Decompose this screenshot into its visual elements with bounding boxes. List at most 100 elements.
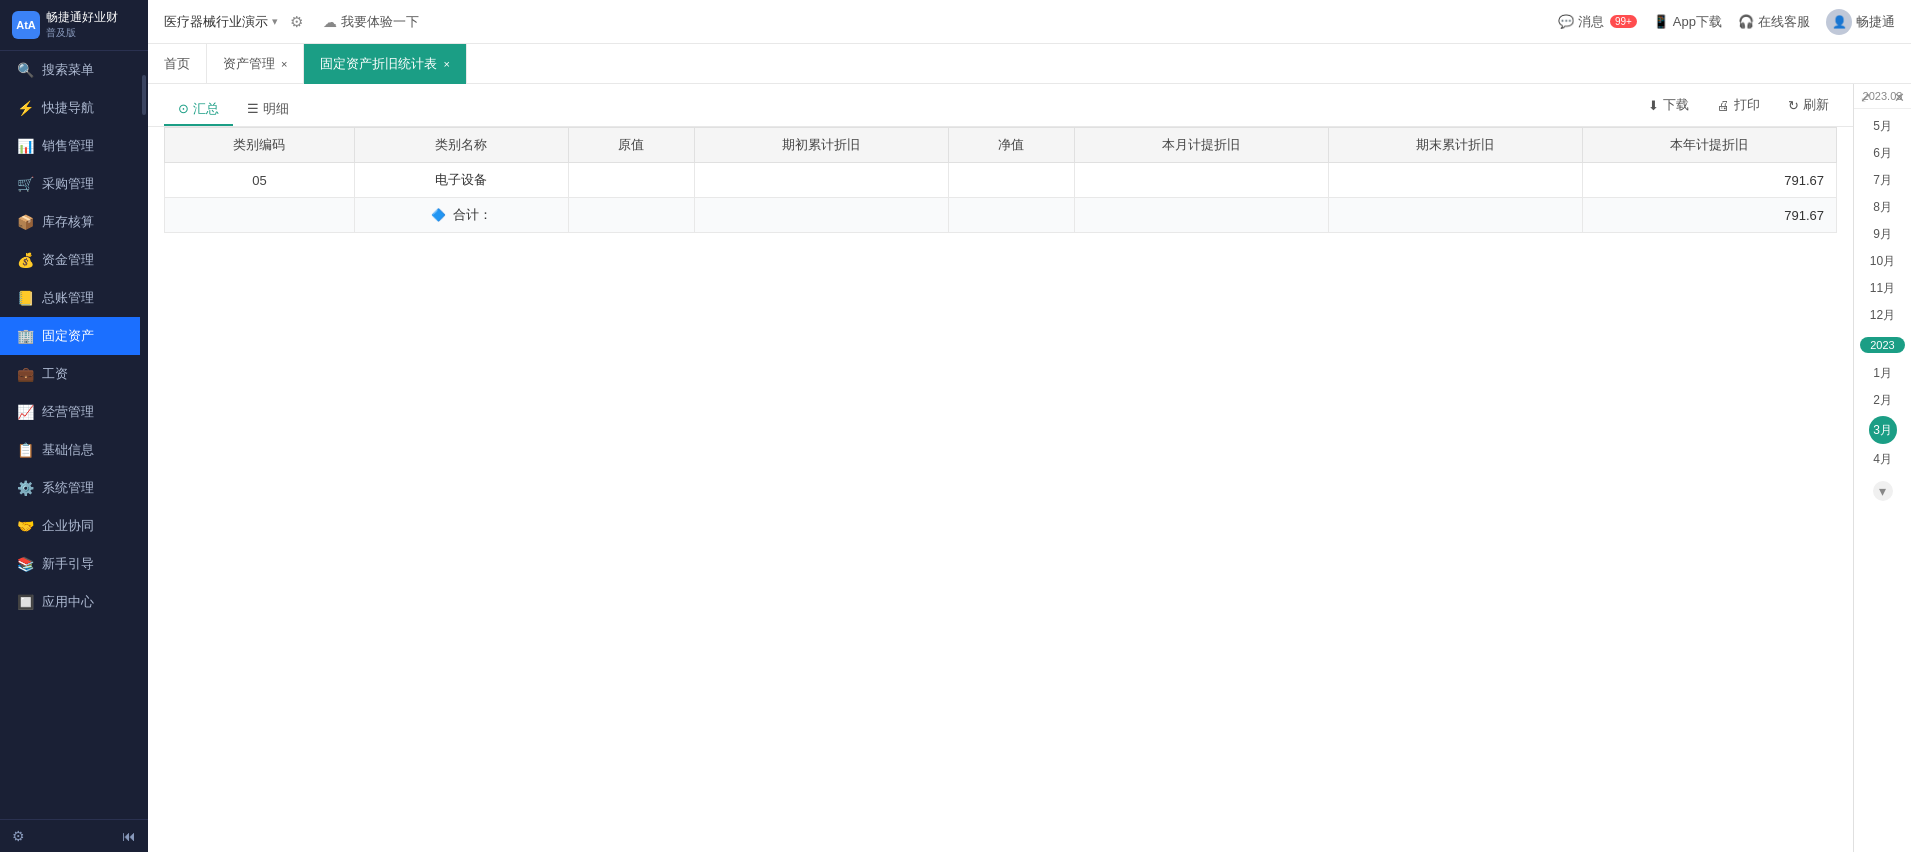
guide-icon: 📚 [16,556,34,572]
sidebar-item-finance[interactable]: 💰 资金管理 [0,241,140,279]
date-month-1[interactable]: 1月 [1854,360,1911,387]
settings-footer-icon[interactable]: ⚙ [12,828,25,844]
refresh-icon: ↻ [1788,98,1799,113]
subtotal-monthly-dep [1074,198,1328,233]
date-month-10[interactable]: 10月 [1854,248,1911,275]
subtotal-label-cell: 🔷 合计： [354,198,568,233]
sidebar-item-sales[interactable]: 📊 销售管理 [0,127,140,165]
app-download-label: App下载 [1673,13,1722,31]
subtotal-closing-accum [1328,198,1582,233]
date-month-2[interactable]: 2月 [1854,387,1911,414]
purchase-icon: 🛒 [16,176,34,192]
col-header-net-value: 净值 [948,128,1074,163]
date-month-7[interactable]: 7月 [1854,167,1911,194]
subtotal-empty-code [165,198,355,233]
print-button[interactable]: 🖨 打印 [1709,92,1768,118]
main-area: 医疗器械行业演示 ▾ ⚙ ☁ 我要体验一下 💬 消息 99+ 📱 App下载 🎧… [148,0,1911,852]
date-nav-down-button[interactable]: ▾ [1873,481,1893,501]
date-panel-header: ✕ ⤢ 2023.03 [1854,84,1911,109]
current-year-months: 1月 2月 3月 4月 [1854,356,1911,477]
sub-tabs: ⊙ 汇总 ☰ 明细 ⬇ 下载 🖨 打印 [148,84,1853,127]
sub-tab-detail[interactable]: ☰ 明细 [233,94,303,126]
date-month-9[interactable]: 9月 [1854,221,1911,248]
toolbar: ⬇ 下载 🖨 打印 ↻ 刷新 [1640,92,1837,126]
date-month-11[interactable]: 11月 [1854,275,1911,302]
sidebar-label-system: 系统管理 [42,479,94,497]
sidebar-item-guide[interactable]: 📚 新手引导 [0,545,140,583]
col-header-closing-accum: 期末累计折旧 [1328,128,1582,163]
subtotal-label: 合计： [453,207,492,222]
sidebar-item-ledger[interactable]: 📒 总账管理 [0,279,140,317]
sidebar-item-system[interactable]: ⚙️ 系统管理 [0,469,140,507]
header-left: 医疗器械行业演示 ▾ ⚙ ☁ 我要体验一下 [164,13,419,31]
page-content: ⊙ 汇总 ☰ 明细 ⬇ 下载 🖨 打印 [148,84,1853,852]
date-month-8[interactable]: 8月 [1854,194,1911,221]
sidebar-item-inventory[interactable]: 📦 库存核算 [0,203,140,241]
sidebar-item-fixed-assets[interactable]: 🏢 固定资产 [0,317,140,355]
close-panel-icon[interactable]: ✕ [1894,90,1905,105]
user-action[interactable]: 👤 畅捷通 [1826,9,1895,35]
refresh-button[interactable]: ↻ 刷新 [1780,92,1837,118]
company-settings-icon[interactable]: ⚙ [290,13,303,31]
date-month-5[interactable]: 5月 [1854,113,1911,140]
online-service-label: 在线客服 [1758,13,1810,31]
sidebar-logo: AtA 畅捷通好业财 普及版 [0,0,148,51]
user-icon: 👤 [1832,15,1847,29]
sidebar-scrollbar-thumb [142,75,146,115]
download-icon: ⬇ [1648,98,1659,113]
system-icon: ⚙️ [16,480,34,496]
operations-icon: 📈 [16,404,34,420]
sub-tab-detail-label: 明细 [263,100,289,118]
company-selector[interactable]: 医疗器械行业演示 ▾ [164,13,278,31]
collapse-sidebar-button[interactable]: ⏮ [122,828,136,844]
date-month-3-current[interactable]: 3月 [1869,416,1897,444]
sidebar-footer: ⚙ ⏮ [0,819,148,852]
message-badge: 99+ [1610,15,1637,28]
sidebar: AtA 畅捷通好业财 普及版 🔍 搜索菜单 ⚡ 快捷导航 📊 销售管理 🛒 采购… [0,0,148,852]
sidebar-item-enterprise[interactable]: 🤝 企业协同 [0,507,140,545]
online-service-action[interactable]: 🎧 在线客服 [1738,13,1810,31]
sidebar-item-salary[interactable]: 💼 工资 [0,355,140,393]
sidebar-item-operations[interactable]: 📈 经营管理 [0,393,140,431]
date-month-4[interactable]: 4月 [1854,446,1911,473]
sidebar-item-search[interactable]: 🔍 搜索菜单 [0,51,140,89]
download-label: 下载 [1663,96,1689,114]
logo-text-container: 畅捷通好业财 普及版 [46,10,118,40]
row-monthly-dep [1074,163,1328,198]
sidebar-item-app-center[interactable]: 🔲 应用中心 [0,583,140,621]
tab-asset-mgmt[interactable]: 资产管理 × [207,44,304,84]
row-opening-accum [694,163,948,198]
row-original-value [568,163,694,198]
content-area: ⊙ 汇总 ☰ 明细 ⬇ 下载 🖨 打印 [148,84,1911,852]
sales-icon: 📊 [16,138,34,154]
sidebar-item-quick-nav[interactable]: ⚡ 快捷导航 [0,89,140,127]
depreciation-table: 类别编码 类别名称 原值 期初累计折旧 净值 本月计提折旧 期末累计折旧 本年计… [164,127,1837,233]
refresh-label: 刷新 [1803,96,1829,114]
download-button[interactable]: ⬇ 下载 [1640,92,1697,118]
avatar: 👤 [1826,9,1852,35]
row-name: 电子设备 [354,163,568,198]
date-panel: ✕ ⤢ 2023.03 5月 6月 7月 8月 9月 10月 11月 12月 2… [1853,84,1911,852]
date-month-12[interactable]: 12月 [1854,302,1911,329]
expand-panel-icon[interactable]: ⤢ [1860,90,1871,105]
tab-asset-mgmt-close-icon[interactable]: × [281,58,287,70]
sidebar-item-purchase[interactable]: 🛒 采购管理 [0,165,140,203]
sub-tab-summary[interactable]: ⊙ 汇总 [164,94,233,126]
row-net-value [948,163,1074,198]
app-download-action[interactable]: 📱 App下载 [1653,13,1722,31]
tab-fixed-depreciation[interactable]: 固定资产折旧统计表 × [304,44,466,84]
print-icon: 🖨 [1717,98,1730,113]
experience-button[interactable]: ☁ 我要体验一下 [323,13,419,31]
sidebar-item-base-info[interactable]: 📋 基础信息 [0,431,140,469]
chevron-down-icon: ▾ [272,15,278,28]
sub-tab-summary-label: 汇总 [193,100,219,118]
message-action[interactable]: 💬 消息 99+ [1558,13,1637,31]
date-month-6[interactable]: 6月 [1854,140,1911,167]
app-version: 普及版 [46,26,118,40]
sidebar-label-guide: 新手引导 [42,555,94,573]
app-center-icon: 🔲 [16,594,34,610]
tab-fixed-depreciation-close-icon[interactable]: × [443,58,449,70]
tabs-bar: 首页 资产管理 × 固定资产折旧统计表 × [148,44,1911,84]
ledger-icon: 📒 [16,290,34,306]
tab-home[interactable]: 首页 [148,44,207,84]
